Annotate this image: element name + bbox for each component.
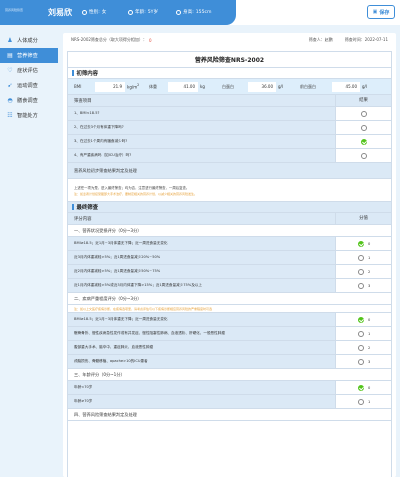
table-row: 年龄≥70岁 1 (68, 395, 391, 409)
sidebar-item-smart-prescription[interactable]: ☷ 智能处方 (0, 108, 58, 123)
sidebar-item-symptom-assessment[interactable]: ♡ 症状评估 (0, 63, 58, 78)
table-row: BMI≥18.5；近1月~3月体重无下降；近一周进食量无变化 0 (68, 313, 391, 327)
age-info: 年龄: 5Y岁 (128, 9, 158, 15)
table-row: 4、有严重疾病吗（如ICU治疗）吗? (68, 149, 391, 163)
bmi-unit: kg/m2 (127, 83, 140, 90)
result-radio[interactable] (361, 110, 367, 117)
result-radio[interactable] (361, 124, 367, 131)
score-radio-checked[interactable] (358, 384, 364, 391)
weight-unit: kg (200, 84, 205, 89)
heart-icon: ♡ (7, 67, 13, 74)
table-row: 年龄<70岁 0 (68, 381, 391, 395)
weight-field[interactable]: 41.00 (168, 81, 198, 92)
prealbumin-unit: g/l (362, 84, 367, 89)
table-row: 近2月内体重减轻>5%；近1周进食量减少50%~75% 2 (68, 265, 391, 279)
table-row: 颅脑损伤、骨髓移植、apache>10的ICU患者 3 (68, 355, 391, 369)
screening-panel: NRS-2002筛查总分（取大项得分相加）： 0 筛查人：赵鹏 筛查时间：202… (63, 33, 396, 477)
result-radio[interactable] (361, 152, 367, 159)
screener: 筛查人：赵鹏 (308, 37, 333, 42)
bmi-field[interactable]: 21.9 (95, 81, 125, 92)
bowl-icon: ◓ (7, 97, 13, 104)
sidebar-nav: ♟ 人体成分 ▤ 营养筛查 ♡ 症状评估 ➹ 运动调查 ◓ 膳食调查 ☷ 智能处… (0, 33, 58, 123)
score-radio[interactable] (358, 344, 364, 351)
part2-heading: 二、疾病严重程度评分（0分~3分） (68, 293, 391, 305)
score-radio[interactable] (358, 254, 364, 261)
part2-tip: 注：如以上文医疗疾病诊断，在疾病选项里，请考虑评估与以下疾病诊断相应营养风险的严… (68, 305, 391, 313)
initial-screening-heading: 初筛内容 (68, 68, 391, 79)
score-radio[interactable] (358, 282, 364, 289)
sidebar-item-diet-survey[interactable]: ◓ 膳食调查 (0, 93, 58, 108)
prealbumin-field[interactable]: 45.00 (332, 81, 360, 92)
height-icon (176, 9, 181, 15)
gender-value: 女 (101, 10, 107, 15)
albumin-unit: g/l (278, 84, 283, 89)
albumin-field[interactable]: 36.00 (248, 81, 276, 92)
table-row: 近3月内体重减轻>5%；近1周进食量减少20%~50% 1 (68, 251, 391, 265)
summary-row: NRS-2002筛查总分（取大项得分相加）： 0 筛查人：赵鹏 筛查时间：202… (63, 33, 396, 47)
table-row: 1、BMI<18.5? (68, 107, 391, 121)
final-screening-heading: 最终筛查 (68, 202, 391, 213)
score-radio[interactable] (358, 398, 364, 405)
initial-conclusion-heading: 营养风险初步筛查结果判定及处理 (68, 163, 391, 179)
run-icon: ➹ (7, 82, 13, 89)
score-radio[interactable] (358, 330, 364, 337)
part4-heading: 四、营养风险筛查结果判定及处理 (68, 409, 391, 421)
screening-date: 筛查时间：2022-07-11 (344, 37, 388, 42)
table-row: 腹部重大手术、脑卒中、重症肺炎、血液恶性肿瘤 2 (68, 341, 391, 355)
sidebar-item-nutrition-screening[interactable]: ▤ 营养筛查 (0, 48, 58, 63)
result-radio-checked[interactable] (361, 138, 367, 145)
age-icon (128, 9, 133, 15)
table-row: 3、在过去1个周内有膳食减少吗? (68, 135, 391, 149)
part1-heading: 一、营养状况受损评分（0分~3分） (68, 225, 391, 237)
nrs-form: 营养风险筛查NRS-2002 初筛内容 BMI 21.9 kg/m2 体重 41… (67, 51, 392, 477)
patient-header: 营养风险筛查 刘易欣 性别: 女 年龄: 5Y岁 身高: 155cm (0, 0, 236, 25)
table-row: BMI≥18.5；近1月~3月体重无下降；近一周进食量无变化 0 (68, 237, 391, 251)
score-radio[interactable] (358, 358, 364, 365)
bmi-label: BMI (74, 84, 82, 89)
gender-info: 性别: 女 (82, 9, 106, 15)
clipboard-icon: ▤ (7, 52, 13, 59)
initial-table-header: 筛查项目 结果 (68, 94, 391, 107)
prealbumin-label: 前白蛋白 (300, 83, 316, 89)
gender-icon (82, 9, 87, 15)
table-row: 髋骨骨折、慢性疾病急性发作或有并发症、慢性阻塞性肺病、血液透析、肝硬化、一般恶性… (68, 327, 391, 341)
sidebar-item-body-composition[interactable]: ♟ 人体成分 (0, 33, 58, 48)
height-info: 身高: 155cm (176, 9, 212, 15)
top-bar: 营养风险筛查 刘易欣 性别: 女 年龄: 5Y岁 身高: 155cm ▣ 保存 (0, 0, 400, 25)
score-radio[interactable] (358, 268, 364, 275)
height-value: 155cm (195, 9, 212, 15)
age-value: 5Y岁 (147, 10, 159, 15)
table-row: 近1月内体重减轻>5%或近3月内体重下降>15%；近1周进食量减少75%及以上 … (68, 279, 391, 293)
part3-heading: 三、年龄评分（0分~1分） (68, 369, 391, 381)
score-radio-checked[interactable] (358, 316, 364, 323)
prescription-icon: ☷ (7, 112, 13, 119)
form-title: 营养风险筛查NRS-2002 (68, 52, 391, 68)
app-logo: 营养风险筛查 (5, 8, 24, 12)
measurement-row: BMI 21.9 kg/m2 体重 41.00 kg 白蛋白 36.00 g/l… (68, 79, 391, 95)
albumin-label: 白蛋白 (222, 83, 234, 89)
sidebar-item-exercise-survey[interactable]: ➹ 运动调查 (0, 78, 58, 93)
total-score-label: NRS-2002筛查总分（取大项得分相加）： (71, 37, 147, 42)
initial-notes: 上述任一项为是，进入最终筛查；均为否，注意进行最终筛查，一周后复查。 注：如患者… (68, 179, 391, 202)
save-button[interactable]: ▣ 保存 (367, 5, 395, 19)
weight-label: 体重 (149, 83, 157, 89)
person-icon: ♟ (7, 37, 13, 44)
save-icon: ▣ (372, 9, 378, 15)
score-radio-checked[interactable] (358, 240, 364, 247)
table-row: 2、在过去3个月有体重下降吗? (68, 121, 391, 135)
final-table-header: 评分内容 分值 (68, 212, 391, 225)
total-score-value: 0 (148, 37, 152, 43)
patient-name: 刘易欣 (48, 8, 72, 17)
